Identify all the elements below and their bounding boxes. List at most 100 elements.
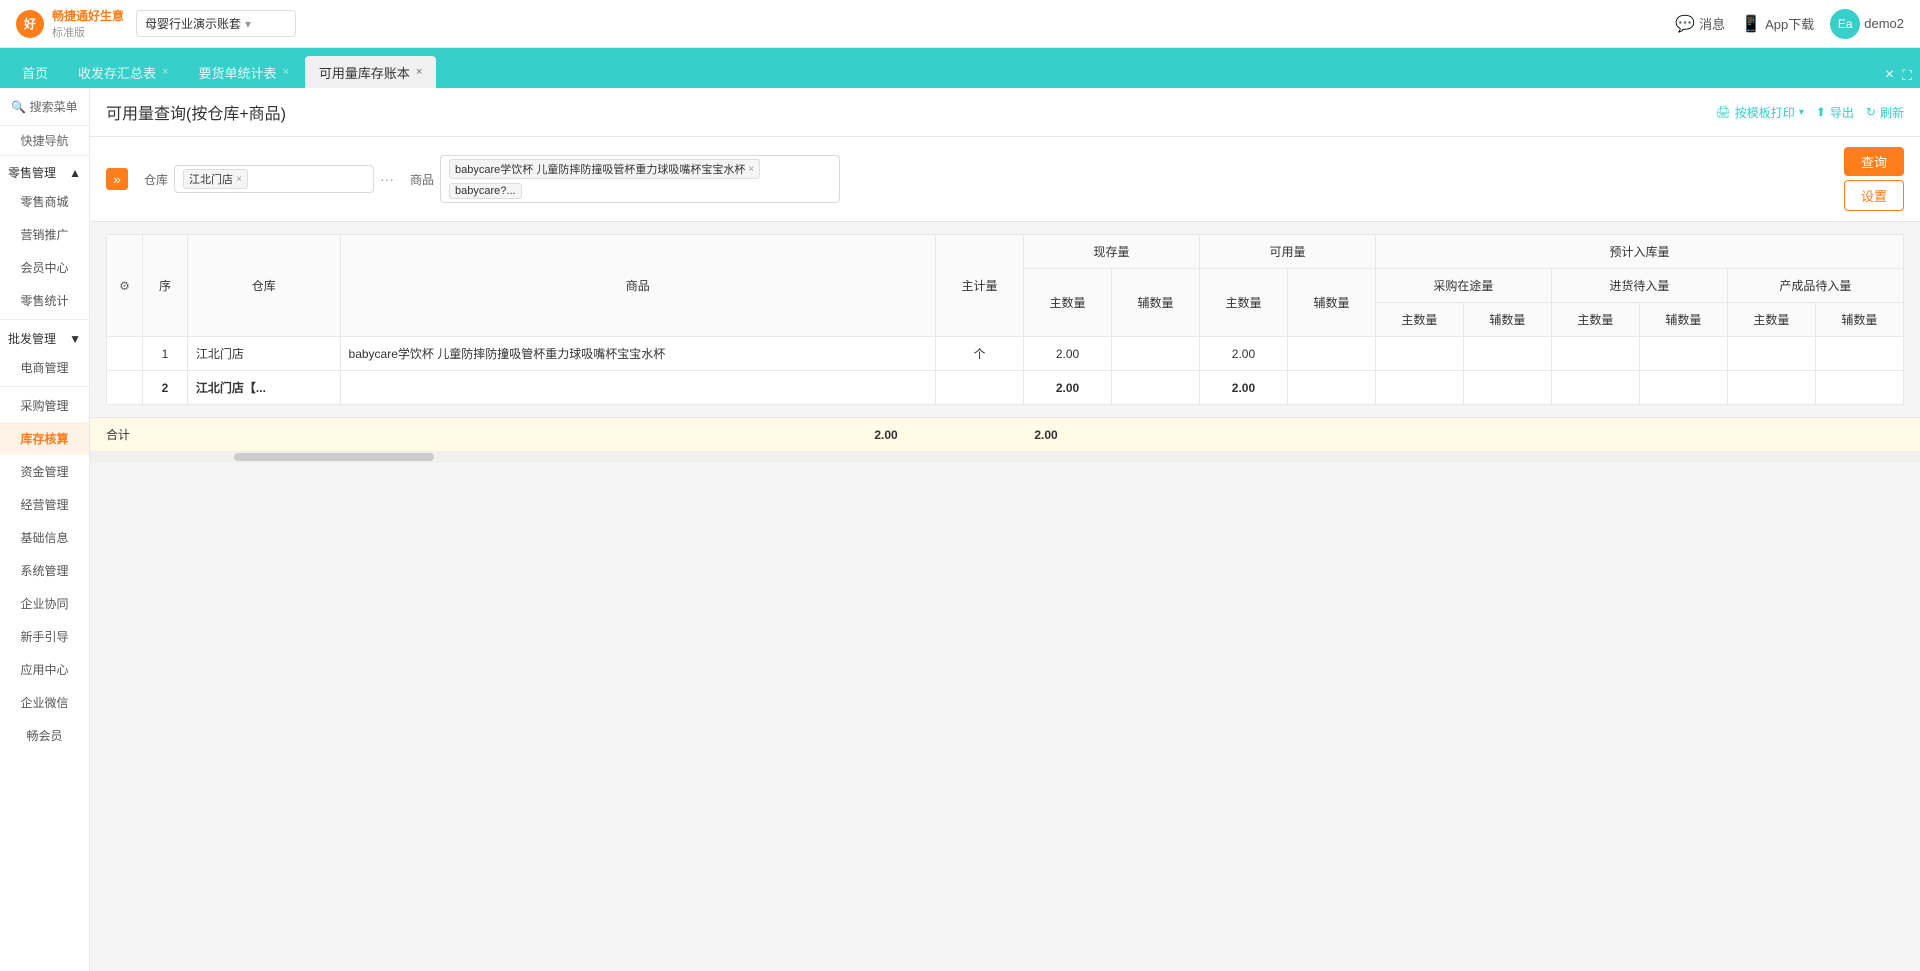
td-product-2 bbox=[340, 371, 935, 405]
sidebar-item-operation[interactable]: 经营管理 bbox=[0, 488, 89, 521]
top-bar: 好 畅捷通好生意 标准版 母婴行业演示账套 ▾ 💬 消息 📱 App下载 Ea … bbox=[0, 0, 1920, 48]
td-purchase-aux-1 bbox=[1463, 337, 1551, 371]
query-button[interactable]: 查询 bbox=[1844, 147, 1904, 176]
product-tag-1-remove[interactable]: × bbox=[748, 164, 754, 175]
sidebar-item-ecommerce[interactable]: 电商管理 bbox=[0, 351, 89, 384]
sidebar-item-wechat[interactable]: 企业微信 bbox=[0, 686, 89, 719]
print-button[interactable]: 🖨 按模板打印 ▾ bbox=[1716, 104, 1804, 121]
refresh-label: 刷新 bbox=[1880, 104, 1904, 121]
user-area[interactable]: Ea demo2 bbox=[1830, 9, 1904, 39]
sidebar-item-members[interactable]: 会员中心 bbox=[0, 251, 89, 284]
td-stock-main-1: 2.00 bbox=[1024, 337, 1112, 371]
product-tag-2-text: babycare?... bbox=[455, 185, 516, 197]
sidebar-group-retail[interactable]: 零售管理 ▲ bbox=[0, 156, 89, 185]
sidebar-item-finance-label: 资金管理 bbox=[20, 465, 68, 479]
th-settings: ⚙ bbox=[107, 235, 143, 337]
td-purchase-main-1 bbox=[1375, 337, 1463, 371]
th-group-inbound: 进货待入量 bbox=[1551, 269, 1727, 303]
warehouse-tags[interactable]: 江北门店 × bbox=[174, 165, 374, 193]
tab-receivable-close[interactable]: × bbox=[162, 66, 168, 78]
print-label: 按模板打印 bbox=[1735, 104, 1795, 121]
scroll-thumb[interactable] bbox=[234, 453, 434, 461]
column-settings-icon[interactable]: ⚙ bbox=[119, 279, 130, 293]
sidebar: 🔍 搜索菜单 快捷导航 零售管理 ▲ 零售商城 营销推广 会员中心 零售统计 批… bbox=[0, 88, 90, 971]
product-label: 商品 bbox=[410, 171, 434, 188]
sidebar-item-newbie[interactable]: 新手引导 bbox=[0, 620, 89, 653]
sidebar-item-appstore[interactable]: 应用中心 bbox=[0, 653, 89, 686]
th-group-stock: 现存量 bbox=[1024, 235, 1200, 269]
tab-order[interactable]: 要货单统计表 × bbox=[184, 56, 302, 88]
tab-bar: 首页 收发存汇总表 × 要货单统计表 × 可用量库存账本 × × ⛶ bbox=[0, 48, 1920, 88]
tab-fullscreen-button[interactable]: ⛶ bbox=[1902, 67, 1912, 84]
sidebar-item-finance[interactable]: 资金管理 bbox=[0, 455, 89, 488]
td-stock-main-2: 2.00 bbox=[1024, 371, 1112, 405]
td-warehouse-1: 江北门店 bbox=[187, 337, 340, 371]
refresh-button[interactable]: ↻ 刷新 bbox=[1866, 104, 1904, 121]
warehouse-tag-remove[interactable]: × bbox=[236, 174, 242, 185]
td-purchase-aux-2 bbox=[1463, 371, 1551, 405]
sidebar-item-retail-stats[interactable]: 零售统计 bbox=[0, 284, 89, 317]
th-product: 商品 bbox=[340, 235, 935, 337]
warehouse-filter: 仓库 江北门店 × ··· bbox=[144, 165, 394, 193]
td-product-1: babycare学饮杯 儿童防摔防撞吸管杯重力球吸嘴杯宝宝水杯 bbox=[340, 337, 935, 371]
tab-home[interactable]: 首页 bbox=[8, 56, 62, 88]
refresh-icon: ↻ bbox=[1866, 105, 1876, 119]
sidebar-item-basic[interactable]: 基础信息 bbox=[0, 521, 89, 554]
sidebar-item-system-label: 系统管理 bbox=[20, 564, 68, 578]
tab-available-close[interactable]: × bbox=[416, 66, 422, 78]
tab-available-label: 可用量库存账本 bbox=[319, 63, 410, 82]
warehouse-label: 仓库 bbox=[144, 171, 168, 188]
sidebar-item-ecommerce-label: 电商管理 bbox=[20, 361, 68, 375]
sidebar-item-retail-shop[interactable]: 零售商城 bbox=[0, 185, 89, 218]
sidebar-item-changhui-label: 畅会员 bbox=[26, 729, 62, 743]
sidebar-search[interactable]: 🔍 搜索菜单 bbox=[0, 88, 89, 126]
warehouse-more-button[interactable]: ··· bbox=[380, 171, 394, 187]
industry-label: 母婴行业演示账套 bbox=[145, 15, 241, 32]
expand-filter-button[interactable]: » bbox=[106, 168, 128, 190]
product-tag-1-text: babycare学饮杯 儿童防摔防撞吸管杯重力球吸嘴杯宝宝水杯 bbox=[455, 161, 745, 177]
page-title: 可用量查询(按仓库+商品) bbox=[106, 100, 286, 124]
settings-button[interactable]: 设置 bbox=[1844, 180, 1904, 211]
table-container: ⚙ 序 仓库 商品 主计量 现存量 可用量 预计入库量 主数量 辅数量 主数量 bbox=[90, 222, 1920, 417]
product-tags[interactable]: babycare学饮杯 儿童防摔防撞吸管杯重力球吸嘴杯宝宝水杯 × babyca… bbox=[440, 155, 840, 203]
logo-area: 好 畅捷通好生意 标准版 bbox=[16, 7, 124, 40]
product-tag-2: babycare?... bbox=[449, 183, 522, 199]
app-download-label: App下载 bbox=[1765, 14, 1814, 33]
sidebar-group-wholesale[interactable]: 批发管理 ▼ bbox=[0, 322, 89, 351]
avatar: Ea bbox=[1830, 9, 1860, 39]
industry-select[interactable]: 母婴行业演示账套 ▾ bbox=[136, 10, 296, 37]
app-download-button[interactable]: 📱 App下载 bbox=[1741, 14, 1814, 34]
sidebar-item-appstore-label: 应用中心 bbox=[20, 663, 68, 677]
sidebar-item-changhui[interactable]: 畅会员 bbox=[0, 719, 89, 752]
message-button[interactable]: 💬 消息 bbox=[1675, 14, 1725, 34]
sidebar-item-wechat-label: 企业微信 bbox=[20, 696, 68, 710]
user-name: demo2 bbox=[1864, 16, 1904, 31]
th-group-purchase: 采购在途量 bbox=[1375, 269, 1551, 303]
table-row: 1 江北门店 babycare学饮杯 儿童防摔防撞吸管杯重力球吸嘴杯宝宝水杯 个… bbox=[107, 337, 1904, 371]
sidebar-item-system[interactable]: 系统管理 bbox=[0, 554, 89, 587]
th-unit: 主计量 bbox=[936, 235, 1024, 337]
scroll-bar[interactable] bbox=[90, 451, 1920, 463]
td-inbound-aux-1 bbox=[1639, 337, 1727, 371]
sidebar-item-marketing[interactable]: 营销推广 bbox=[0, 218, 89, 251]
export-button[interactable]: ⬆ 导出 bbox=[1816, 104, 1854, 121]
sidebar-quick-nav[interactable]: 快捷导航 bbox=[0, 126, 89, 156]
sidebar-item-enterprise[interactable]: 企业协同 bbox=[0, 587, 89, 620]
tab-order-close[interactable]: × bbox=[282, 66, 288, 78]
td-no-1: 1 bbox=[143, 337, 188, 371]
tab-receivable[interactable]: 收发存汇总表 × bbox=[64, 56, 182, 88]
sidebar-group-wholesale-label: 批发管理 bbox=[8, 330, 56, 347]
warehouse-tag-1: 江北门店 × bbox=[183, 169, 248, 189]
th-product-aux: 辅数量 bbox=[1815, 303, 1903, 337]
chevron-down-icon: ▾ bbox=[245, 17, 251, 31]
content-area: 可用量查询(按仓库+商品) 🖨 按模板打印 ▾ ⬆ 导出 ↻ 刷新 » bbox=[90, 88, 1920, 971]
logo-sub: 标准版 bbox=[52, 24, 124, 40]
tab-close-all-button[interactable]: × bbox=[1885, 66, 1894, 84]
tab-available[interactable]: 可用量库存账本 × bbox=[305, 56, 436, 88]
sidebar-item-inventory[interactable]: 库存核算 bbox=[0, 422, 89, 455]
sidebar-item-purchase[interactable]: 采购管理 bbox=[0, 389, 89, 422]
top-bar-left: 好 畅捷通好生意 标准版 母婴行业演示账套 ▾ bbox=[16, 7, 296, 40]
td-available-aux-2 bbox=[1287, 371, 1375, 405]
summary-label: 合计 bbox=[106, 426, 846, 443]
sidebar-item-operation-label: 经营管理 bbox=[20, 498, 68, 512]
